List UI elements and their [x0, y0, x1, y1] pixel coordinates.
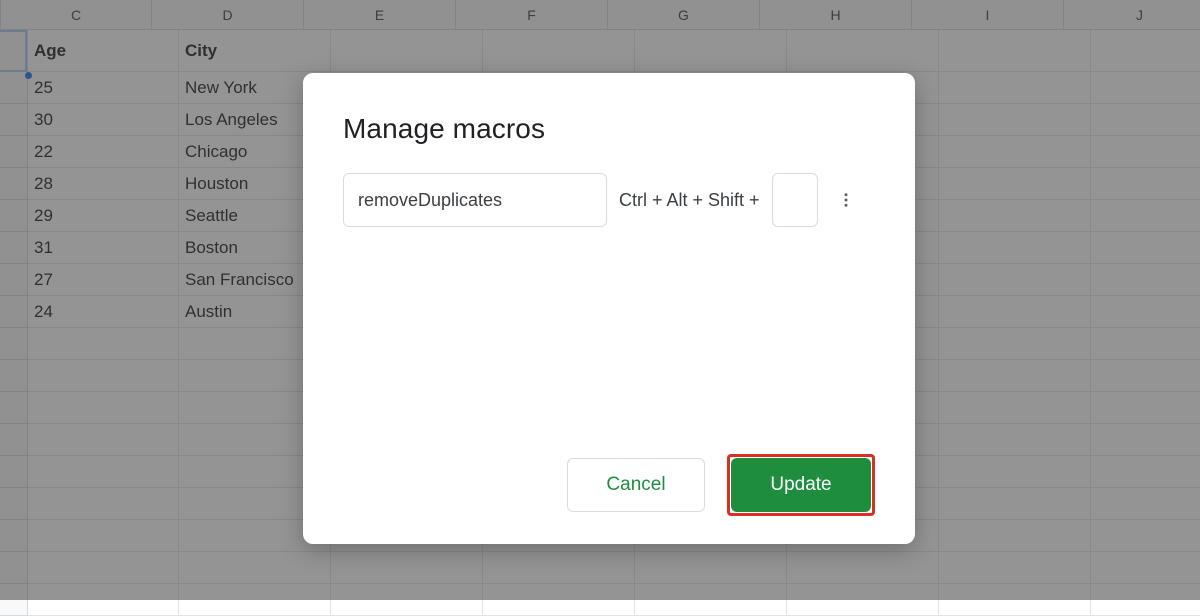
shortcut-key-input[interactable] [772, 173, 818, 227]
cancel-button[interactable]: Cancel [567, 458, 705, 512]
macro-more-button[interactable] [830, 180, 862, 220]
manage-macros-dialog: Manage macros Ctrl + Alt + Shift + Cance… [303, 73, 915, 544]
shortcut-prefix-label: Ctrl + Alt + Shift + [619, 190, 760, 211]
update-button-highlight: Update [727, 454, 875, 516]
update-button[interactable]: Update [731, 458, 871, 512]
more-vert-icon [837, 191, 855, 209]
dialog-actions: Cancel Update [343, 454, 875, 516]
macro-row: Ctrl + Alt + Shift + [343, 173, 875, 227]
dialog-title: Manage macros [343, 113, 875, 145]
macro-name-input[interactable] [343, 173, 607, 227]
